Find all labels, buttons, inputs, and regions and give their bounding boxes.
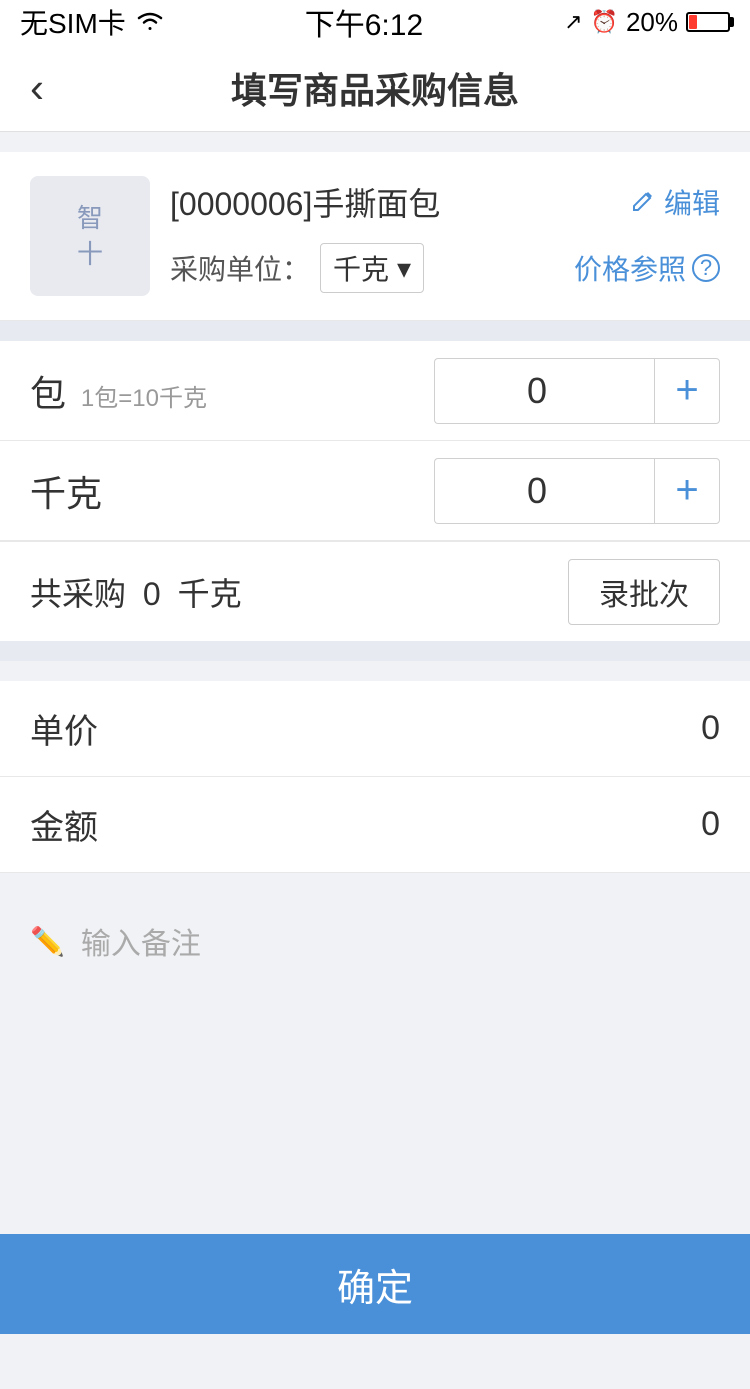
carrier-text: 无SIM卡 [20,2,126,42]
note-placeholder: 输入备注 [81,919,201,963]
kg-label-group: 千克 [30,465,150,517]
record-batch-button[interactable]: 录批次 [568,559,720,625]
battery-icon [686,12,730,32]
unit-label: 采购单位： [170,248,310,288]
unit-row: 采购单位： 千克 ▾ 价格参照 ? [170,243,720,293]
amount-label: 金额 [30,800,98,849]
battery-percent: 20% [626,7,678,38]
price-section: 单价 0 金额 0 [0,681,750,873]
edit-label: 编辑 [664,182,720,222]
section-divider-2 [0,641,750,661]
summary-quantity: 0 [143,576,161,612]
dropdown-arrow-icon: ▾ [397,252,411,285]
kg-quantity-input[interactable] [434,458,654,524]
note-section[interactable]: ✏️ 输入备注 [0,893,750,989]
summary-prefix: 共采购 [30,576,126,612]
confirm-footer[interactable]: 确定 [0,1234,750,1334]
product-card: 智 十 [0000006]手撕面包 编辑 采购单位： 千 [0,152,750,321]
product-info: [0000006]手撕面包 编辑 采购单位： 千克 ▾ [170,179,720,293]
quantity-input-section: 包 1包=10千克 + 千克 + 共采购 0 千 [0,341,750,641]
wifi-icon [136,6,164,38]
status-right: ↗ ⏰ 20% [564,7,730,38]
page-title: 填写商品采购信息 [231,62,519,114]
bao-input-row: 包 1包=10千克 + [0,341,750,441]
kg-input-row: 千克 + [0,441,750,541]
unit-value: 千克 [333,248,389,288]
summary-row: 共采购 0 千克 录批次 [0,541,750,641]
product-image: 智 十 [30,176,150,296]
unit-select[interactable]: 千克 ▾ [320,243,424,293]
kg-label: 千克 [30,473,102,514]
product-name: [0000006]手撕面包 [170,179,440,225]
kg-qty-control: + [434,458,720,524]
price-ref-label: 价格参照 [574,248,686,288]
amount-row: 金额 0 [0,777,750,873]
status-left: 无SIM卡 [20,2,164,42]
summary-text: 共采购 0 千克 [30,569,242,615]
bao-quantity-input[interactable] [434,358,654,424]
bao-label-group: 包 1包=10千克 [30,365,207,417]
bao-plus-button[interactable]: + [654,358,720,424]
status-bar: 无SIM卡 下午6:12 ↗ ⏰ 20% [0,0,750,44]
price-reference-button[interactable]: 价格参照 ? [574,248,720,288]
unit-price-label: 单价 [30,704,98,753]
amount-value: 0 [701,805,720,844]
bao-sublabel: 1包=10千克 [81,385,207,412]
pencil-icon: ✏️ [30,925,65,958]
status-time: 下午6:12 [305,0,423,44]
edit-button[interactable]: 编辑 [630,182,720,222]
section-divider-1 [0,321,750,341]
bao-label: 包 [30,373,66,414]
product-logo: 智 十 [77,200,103,273]
confirm-button-label: 确定 [337,1257,413,1312]
unit-price-value: 0 [701,709,720,748]
location-icon: ↗ [564,9,582,35]
back-button[interactable]: ‹ [30,64,44,112]
product-name-row: [0000006]手撕面包 编辑 [170,179,720,225]
unit-price-row: 单价 0 [0,681,750,777]
summary-unit: 千克 [178,576,242,612]
kg-plus-button[interactable]: + [654,458,720,524]
bao-qty-control: + [434,358,720,424]
nav-bar: ‹ 填写商品采购信息 [0,44,750,132]
alarm-icon: ⏰ [591,9,618,35]
help-icon: ? [692,254,720,282]
